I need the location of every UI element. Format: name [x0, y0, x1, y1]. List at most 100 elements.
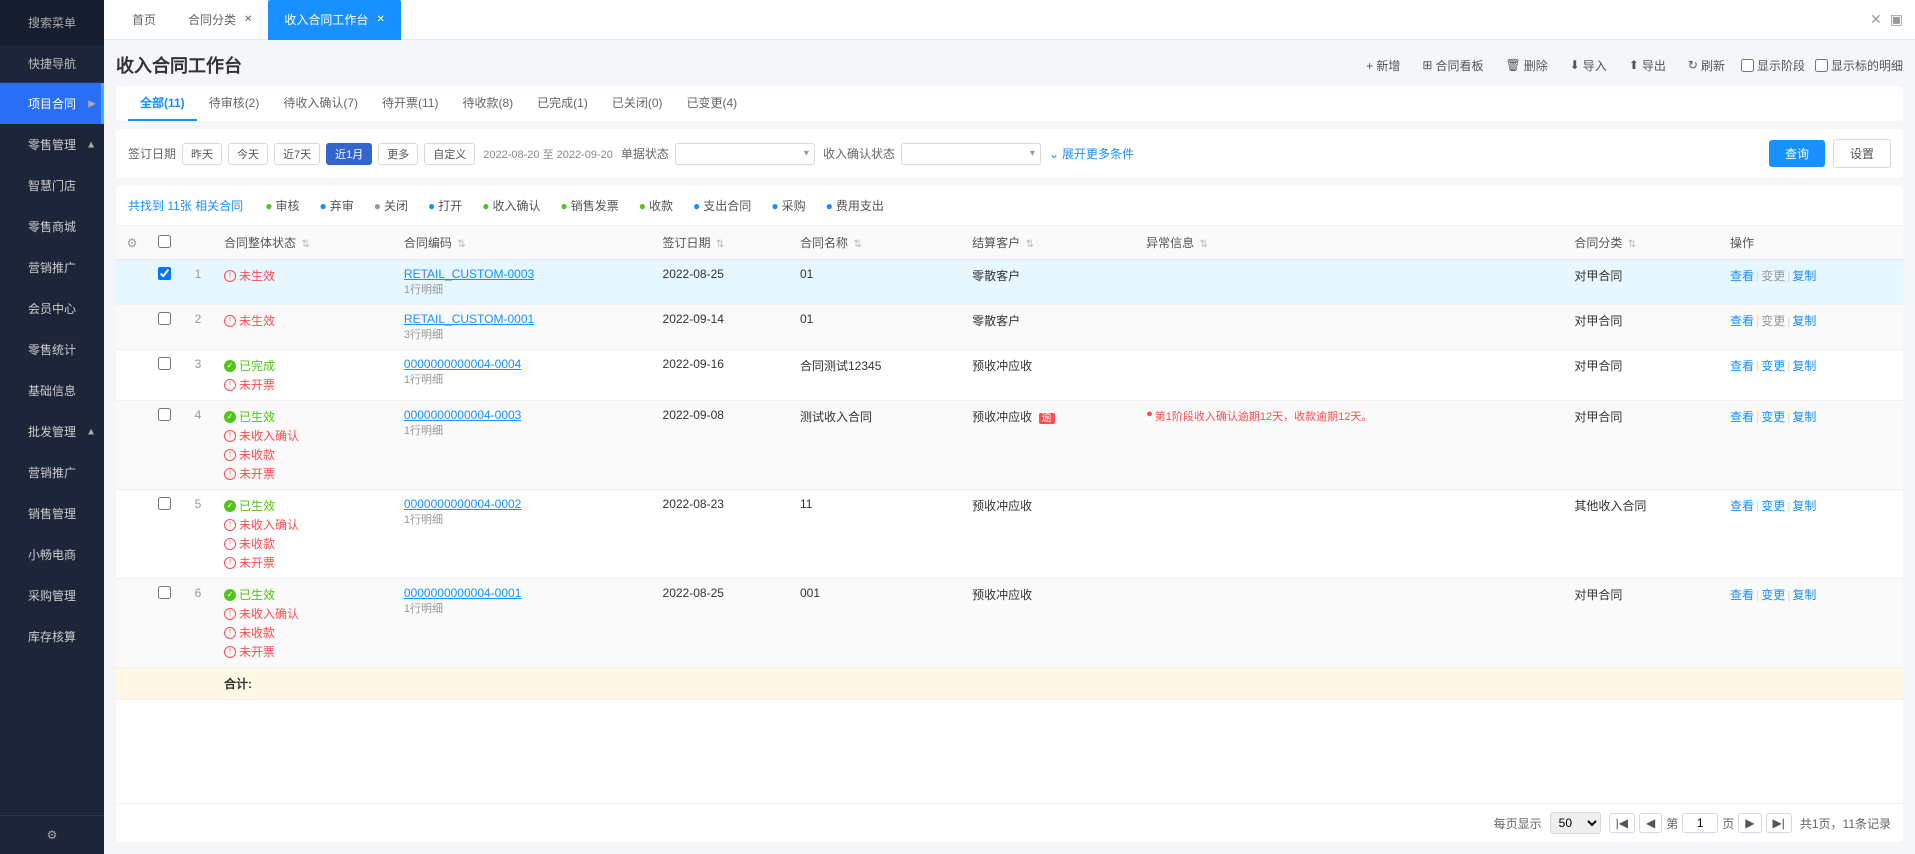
- sidebar-search[interactable]: 搜索菜单: [0, 0, 104, 45]
- sidebar-item-purchase[interactable]: 采购管理: [0, 575, 104, 616]
- sidebar-item-retail[interactable]: 零售管理 ▲: [0, 124, 104, 165]
- close-btn[interactable]: ● 关闭: [368, 194, 414, 217]
- sidebar-item-base-info[interactable]: 基础信息: [0, 370, 104, 411]
- row-checkbox[interactable]: [158, 408, 171, 421]
- new-button[interactable]: + 新增: [1360, 54, 1406, 77]
- expense-out-btn[interactable]: ● 支出合同: [687, 194, 757, 217]
- abandon-btn[interactable]: ● 弃审: [313, 194, 359, 217]
- tab-income-workspace[interactable]: 收入合同工作台 ✕: [268, 0, 400, 40]
- change-btn[interactable]: 变更: [1761, 586, 1785, 603]
- col-sign-date[interactable]: 签订日期 ⇅: [655, 226, 792, 260]
- contract-code-link[interactable]: 0000000000004-0001: [404, 586, 647, 600]
- view-btn[interactable]: 查看: [1730, 312, 1754, 329]
- contract-code-link[interactable]: 0000000000004-0004: [404, 357, 647, 371]
- filter-tab-pending-income[interactable]: 待收入确认(7): [271, 86, 370, 121]
- tab-contract-type[interactable]: 合同分类 ✕: [172, 0, 268, 40]
- tab-contract-type-close[interactable]: ✕: [244, 0, 252, 40]
- view-btn[interactable]: 查看: [1730, 586, 1754, 603]
- copy-btn[interactable]: 复制: [1792, 586, 1816, 603]
- last-page-btn[interactable]: ▶|: [1766, 813, 1792, 833]
- show-marked-checkbox[interactable]: 显示标的明细: [1815, 57, 1903, 74]
- row-checkbox[interactable]: [158, 312, 171, 325]
- sidebar-item-marketing[interactable]: 营销推广: [0, 247, 104, 288]
- row-checkbox[interactable]: [158, 357, 171, 370]
- show-stage-input[interactable]: [1741, 59, 1754, 72]
- view-btn[interactable]: 查看: [1730, 497, 1754, 514]
- sidebar-item-retail-mall[interactable]: 零售商城: [0, 206, 104, 247]
- sidebar-item-wholesale[interactable]: 批发管理 ▲: [0, 411, 104, 452]
- sidebar-item-xiaowei[interactable]: 小畅电商: [0, 534, 104, 575]
- date-btn-yesterday[interactable]: 昨天: [182, 143, 222, 165]
- import-button[interactable]: ⬇ 导入: [1564, 54, 1613, 77]
- filter-tab-all[interactable]: 全部(11): [128, 86, 197, 121]
- select-all-checkbox[interactable]: [158, 235, 171, 248]
- export-button[interactable]: ⬆ 导出: [1623, 54, 1672, 77]
- change-btn[interactable]: 变更: [1761, 267, 1785, 284]
- contract-code-link[interactable]: RETAIL_CUSTOM-0003: [404, 267, 647, 281]
- filter-tab-closed[interactable]: 已关闭(0): [600, 86, 675, 121]
- date-btn-today[interactable]: 今天: [228, 143, 268, 165]
- expand-conditions-btn[interactable]: ⌄ 展开更多条件: [1049, 145, 1134, 162]
- col-error-info[interactable]: 异常信息 ⇅: [1138, 226, 1566, 260]
- sidebar-item-marketing2[interactable]: 营销推广: [0, 452, 104, 493]
- copy-btn[interactable]: 复制: [1792, 312, 1816, 329]
- show-marked-input[interactable]: [1815, 59, 1828, 72]
- contract-code-link[interactable]: 0000000000004-0002: [404, 497, 647, 511]
- filter-tab-pending-invoice[interactable]: 待开票(11): [370, 86, 450, 121]
- copy-btn[interactable]: 复制: [1792, 497, 1816, 514]
- delete-button[interactable]: 🗑 删除: [1499, 54, 1553, 77]
- next-page-btn[interactable]: ▶: [1738, 813, 1761, 833]
- view-btn[interactable]: 查看: [1730, 357, 1754, 374]
- col-contract-code[interactable]: 合同编码 ⇅: [396, 226, 655, 260]
- expense-pay-btn[interactable]: ● 费用支出: [820, 194, 890, 217]
- filter-tab-pending-payment[interactable]: 待收款(8): [450, 86, 525, 121]
- win-restore-icon[interactable]: ▣: [1890, 11, 1903, 28]
- open-btn[interactable]: ● 打开: [422, 194, 468, 217]
- change-btn[interactable]: 变更: [1761, 408, 1785, 425]
- row-checkbox[interactable]: [158, 497, 171, 510]
- date-btn-custom[interactable]: 自定义: [424, 143, 475, 165]
- change-btn[interactable]: 变更: [1761, 357, 1785, 374]
- contract-code-link[interactable]: RETAIL_CUSTOM-0001: [404, 312, 647, 326]
- audit-btn[interactable]: ● 审核: [259, 194, 305, 217]
- first-page-btn[interactable]: |◀: [1609, 813, 1635, 833]
- sidebar-item-member[interactable]: 会员中心: [0, 288, 104, 329]
- income-confirm-btn[interactable]: ● 收入确认: [476, 194, 546, 217]
- sales-invoice-btn[interactable]: ● 销售发票: [555, 194, 625, 217]
- prev-page-btn[interactable]: ◀: [1639, 813, 1662, 833]
- sidebar-settings[interactable]: ⚙: [0, 815, 104, 854]
- income-confirm-select[interactable]: [901, 143, 1041, 165]
- date-btn-last1month[interactable]: 近1月: [326, 143, 372, 165]
- purchase-btn[interactable]: ● 采购: [765, 194, 811, 217]
- change-btn[interactable]: 变更: [1761, 497, 1785, 514]
- query-button[interactable]: 查询: [1769, 140, 1825, 167]
- contract-code-link[interactable]: 0000000000004-0003: [404, 408, 647, 422]
- view-btn[interactable]: 查看: [1730, 267, 1754, 284]
- filter-tab-changed[interactable]: 已变更(4): [675, 86, 750, 121]
- page-size-select[interactable]: 50 10 20 100: [1550, 812, 1601, 834]
- show-stage-checkbox[interactable]: 显示阶段: [1741, 57, 1805, 74]
- filter-tab-completed[interactable]: 已完成(1): [525, 86, 600, 121]
- dashboard-button[interactable]: ⊞ 合同看板: [1416, 54, 1489, 77]
- payment-btn[interactable]: ● 收款: [633, 194, 679, 217]
- sidebar-item-smart-store[interactable]: 智慧门店: [0, 165, 104, 206]
- setting-button[interactable]: 设置: [1833, 139, 1891, 168]
- date-btn-last7[interactable]: 近7天: [274, 143, 320, 165]
- col-settlement-customer[interactable]: 结算客户 ⇅: [964, 226, 1138, 260]
- sidebar-item-project[interactable]: 项目合同 ▶: [0, 83, 104, 124]
- sidebar-item-sales[interactable]: 销售管理: [0, 493, 104, 534]
- tab-income-workspace-close[interactable]: ✕: [376, 0, 384, 40]
- change-btn[interactable]: 变更: [1761, 312, 1785, 329]
- row-checkbox[interactable]: [158, 586, 171, 599]
- col-settings[interactable]: ⚙: [116, 226, 148, 260]
- row-checkbox[interactable]: [158, 267, 171, 280]
- sidebar-item-retail-stats[interactable]: 零售统计: [0, 329, 104, 370]
- date-btn-more[interactable]: 更多: [378, 143, 418, 165]
- col-contract-name[interactable]: 合同名称 ⇅: [792, 226, 964, 260]
- col-contract-type[interactable]: 合同分类 ⇅: [1566, 226, 1722, 260]
- view-btn[interactable]: 查看: [1730, 408, 1754, 425]
- doc-status-select[interactable]: [675, 143, 815, 165]
- page-input[interactable]: [1682, 813, 1718, 833]
- sidebar-item-inventory[interactable]: 库存核算: [0, 616, 104, 657]
- copy-btn[interactable]: 复制: [1792, 357, 1816, 374]
